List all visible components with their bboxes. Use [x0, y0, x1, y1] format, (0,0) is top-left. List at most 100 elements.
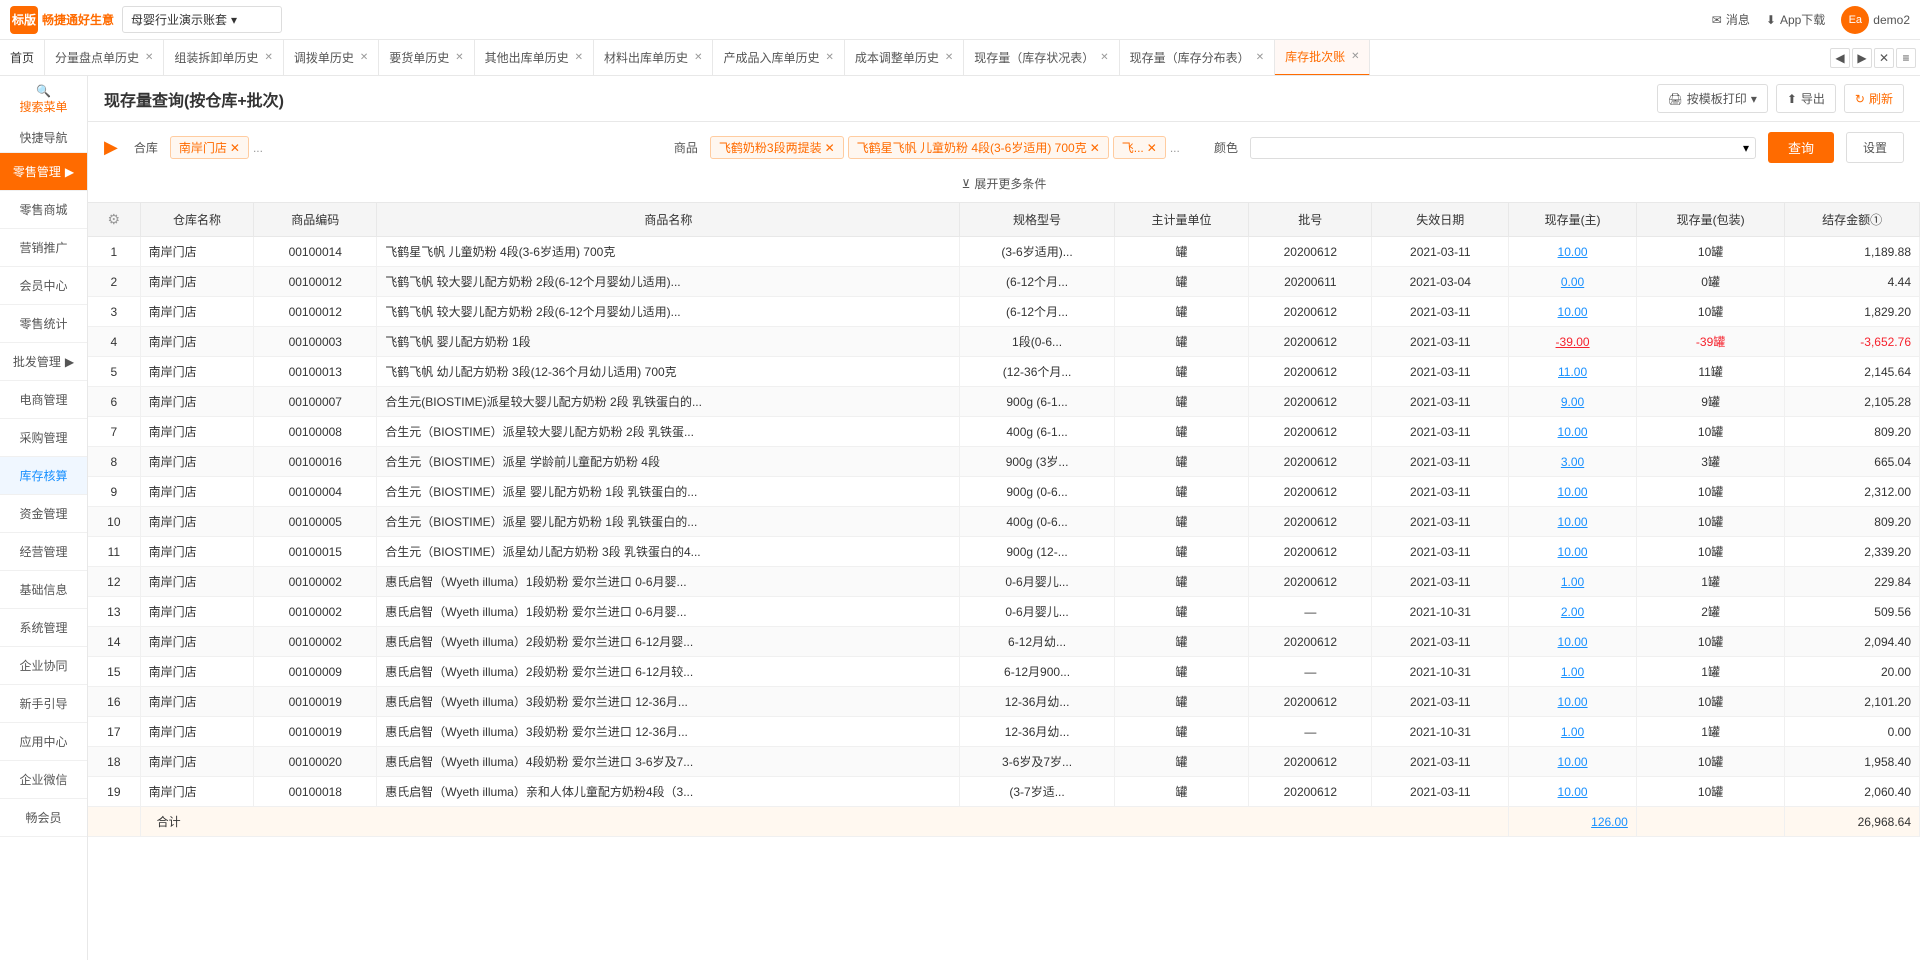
export-btn[interactable]: ⬆ 导出 — [1776, 84, 1836, 113]
close-icon[interactable]: ✕ — [264, 52, 272, 63]
sidebar-item-finance[interactable]: 资金管理 — [0, 495, 87, 533]
sidebar-item-inventory[interactable]: 库存核算 — [0, 457, 87, 495]
nav-next-btn[interactable]: ▶ — [1852, 48, 1872, 68]
table-cell[interactable]: -39.00 — [1509, 327, 1637, 357]
table-cell[interactable]: 11.00 — [1509, 357, 1637, 387]
tab-stock-status[interactable]: 现存量（库存状况表） ✕ — [964, 40, 1119, 76]
chevron-right-icon: ▶ — [65, 355, 74, 369]
table-cell[interactable]: 0.00 — [1509, 267, 1637, 297]
tag-close-icon[interactable]: ✕ — [230, 141, 240, 155]
industry-selector[interactable]: 母婴行业演示账套 ▾ — [122, 6, 282, 33]
goods-tag-2[interactable]: 飞鹤星飞帆 儿童奶粉 4段(3-6岁适用) 700克 ✕ — [848, 136, 1109, 159]
close-icon[interactable]: ✕ — [455, 52, 463, 63]
more-indicator[interactable]: ... — [253, 141, 263, 155]
table-cell[interactable]: 10.00 — [1509, 687, 1637, 717]
tag-close-icon[interactable]: ✕ — [1090, 141, 1100, 155]
refresh-btn[interactable]: ↻ 刷新 — [1844, 84, 1904, 113]
sidebar-item-member[interactable]: 会员中心 — [0, 267, 87, 305]
tab-home[interactable]: 首页 — [0, 40, 45, 76]
warehouse-tag-nanang[interactable]: 南岸门店 ✕ — [170, 136, 249, 159]
print-btn[interactable]: 🖨 按模板打印 ▾ — [1657, 84, 1768, 113]
col-settings[interactable]: ⚙ — [88, 203, 140, 237]
settings-button[interactable]: 设置 — [1846, 132, 1904, 163]
table-cell[interactable]: 10.00 — [1509, 627, 1637, 657]
tag-close-icon[interactable]: ✕ — [1147, 141, 1157, 155]
table-cell[interactable]: 10.00 — [1509, 747, 1637, 777]
total-amount: 26,968.64 — [1785, 807, 1920, 837]
tab-assemble[interactable]: 组装拆卸单历史 ✕ — [164, 40, 283, 76]
table-cell[interactable]: 10.00 — [1509, 297, 1637, 327]
sidebar-item-ecommerce[interactable]: 电商管理 — [0, 381, 87, 419]
more-indicator[interactable]: ... — [1170, 141, 1180, 155]
sidebar-quick-nav[interactable]: 快捷导航 — [0, 123, 87, 153]
table-cell[interactable]: 3.00 — [1509, 447, 1637, 477]
close-icon[interactable]: ✕ — [825, 52, 833, 63]
expand-conditions-btn[interactable]: ⊻ 展开更多条件 — [962, 175, 1047, 192]
table-cell[interactable]: 1.00 — [1509, 567, 1637, 597]
tab-requisition[interactable]: 要货单历史 ✕ — [379, 40, 474, 76]
nav-prev-btn[interactable]: ◀ — [1830, 48, 1850, 68]
table-cell[interactable]: 10.00 — [1509, 777, 1637, 807]
tab-stock-dist[interactable]: 现存量（库存分布表） ✕ — [1120, 40, 1275, 76]
query-button[interactable]: 查询 — [1768, 132, 1834, 163]
sidebar-item-mall[interactable]: 零售商城 — [0, 191, 87, 229]
top-bar: 标版 畅捷通好生意 母婴行业演示账套 ▾ ✉ 消息 ⬇ App下载 Ea dem… — [0, 0, 1920, 40]
table-cell[interactable]: 10.00 — [1509, 507, 1637, 537]
sidebar-item-enterprise[interactable]: 企业协同 — [0, 647, 87, 685]
app-download-btn[interactable]: ⬇ App下载 — [1766, 11, 1825, 28]
tab-batch-account[interactable]: 库存批次账 ✕ — [1275, 40, 1370, 76]
table-body: 1南岸门店00100014飞鹤星飞帆 儿童奶粉 4段(3-6岁适用) 700克(… — [88, 237, 1920, 807]
sidebar-item-retail[interactable]: 零售管理 ▶ — [0, 153, 87, 191]
sidebar-item-operations[interactable]: 经营管理 — [0, 533, 87, 571]
table-cell[interactable]: 9.00 — [1509, 387, 1637, 417]
table-cell[interactable]: 10.00 — [1509, 537, 1637, 567]
sidebar-item-guide[interactable]: 新手引导 — [0, 685, 87, 723]
goods-tag-1[interactable]: 飞鹤奶粉3段两提装 ✕ — [710, 136, 844, 159]
sidebar-search[interactable]: 🔍 搜索菜单 — [0, 76, 87, 123]
table-cell[interactable]: 1.00 — [1509, 657, 1637, 687]
table-cell: 罐 — [1114, 657, 1249, 687]
close-icon[interactable]: ✕ — [945, 52, 953, 63]
close-icon[interactable]: ✕ — [145, 52, 153, 63]
tab-transfer[interactable]: 调拨单历史 ✕ — [284, 40, 379, 76]
close-icon[interactable]: ✕ — [575, 52, 583, 63]
tab-cost-adjust[interactable]: 成本调整单历史 ✕ — [845, 40, 964, 76]
sidebar-item-appstore[interactable]: 应用中心 — [0, 723, 87, 761]
sidebar-item-wecom[interactable]: 企业微信 — [0, 761, 87, 799]
user-profile[interactable]: Ea demo2 — [1841, 6, 1910, 34]
tag-close-icon[interactable]: ✕ — [825, 141, 835, 155]
sidebar-item-system[interactable]: 系统管理 — [0, 609, 87, 647]
sidebar-item-marketing[interactable]: 营销推广 — [0, 229, 87, 267]
goods-tag-3[interactable]: 飞... ✕ — [1113, 136, 1166, 159]
nav-close-btn[interactable]: ✕ — [1874, 48, 1894, 68]
table-cell[interactable]: 10.00 — [1509, 237, 1637, 267]
tab-product-in[interactable]: 产成品入库单历史 ✕ — [713, 40, 844, 76]
table-cell: 飞鹤飞帆 较大婴儿配方奶粉 2段(6-12个月婴幼儿适用)... — [377, 267, 960, 297]
close-icon[interactable]: ✕ — [1100, 52, 1108, 63]
table-cell[interactable]: 1.00 — [1509, 717, 1637, 747]
sidebar-item-wholesale[interactable]: 批发管理 ▶ — [0, 343, 87, 381]
table-cell[interactable]: 10.00 — [1509, 477, 1637, 507]
close-icon[interactable]: ✕ — [360, 52, 368, 63]
tab-other-out[interactable]: 其他出库单历史 ✕ — [475, 40, 594, 76]
sidebar-item-retail-stats[interactable]: 零售统计 — [0, 305, 87, 343]
close-icon[interactable]: ✕ — [694, 52, 702, 63]
tab-material-out[interactable]: 材料出库单历史 ✕ — [594, 40, 713, 76]
table-cell: 2021-03-11 — [1372, 417, 1509, 447]
color-input-wrap[interactable]: ▾ — [1250, 137, 1756, 159]
message-btn[interactable]: ✉ 消息 — [1712, 11, 1750, 28]
sidebar-item-vip[interactable]: 畅会员 — [0, 799, 87, 837]
close-icon[interactable]: ✕ — [1256, 52, 1264, 63]
tab-inventory-check[interactable]: 分量盘点单历史 ✕ — [45, 40, 164, 76]
expand-arrow[interactable]: ▶ — [104, 137, 118, 158]
table-cell[interactable]: 2.00 — [1509, 597, 1637, 627]
table-cell[interactable]: 10.00 — [1509, 417, 1637, 447]
sidebar-item-purchase[interactable]: 采购管理 — [0, 419, 87, 457]
color-input[interactable] — [1257, 141, 1743, 155]
sidebar-item-basics[interactable]: 基础信息 — [0, 571, 87, 609]
nav-menu-btn[interactable]: ≡ — [1896, 48, 1916, 68]
table-cell: 10罐 — [1636, 507, 1785, 537]
warehouse-label: 合库 — [134, 139, 158, 156]
table-cell: 罐 — [1114, 627, 1249, 657]
close-icon[interactable]: ✕ — [1351, 51, 1359, 62]
